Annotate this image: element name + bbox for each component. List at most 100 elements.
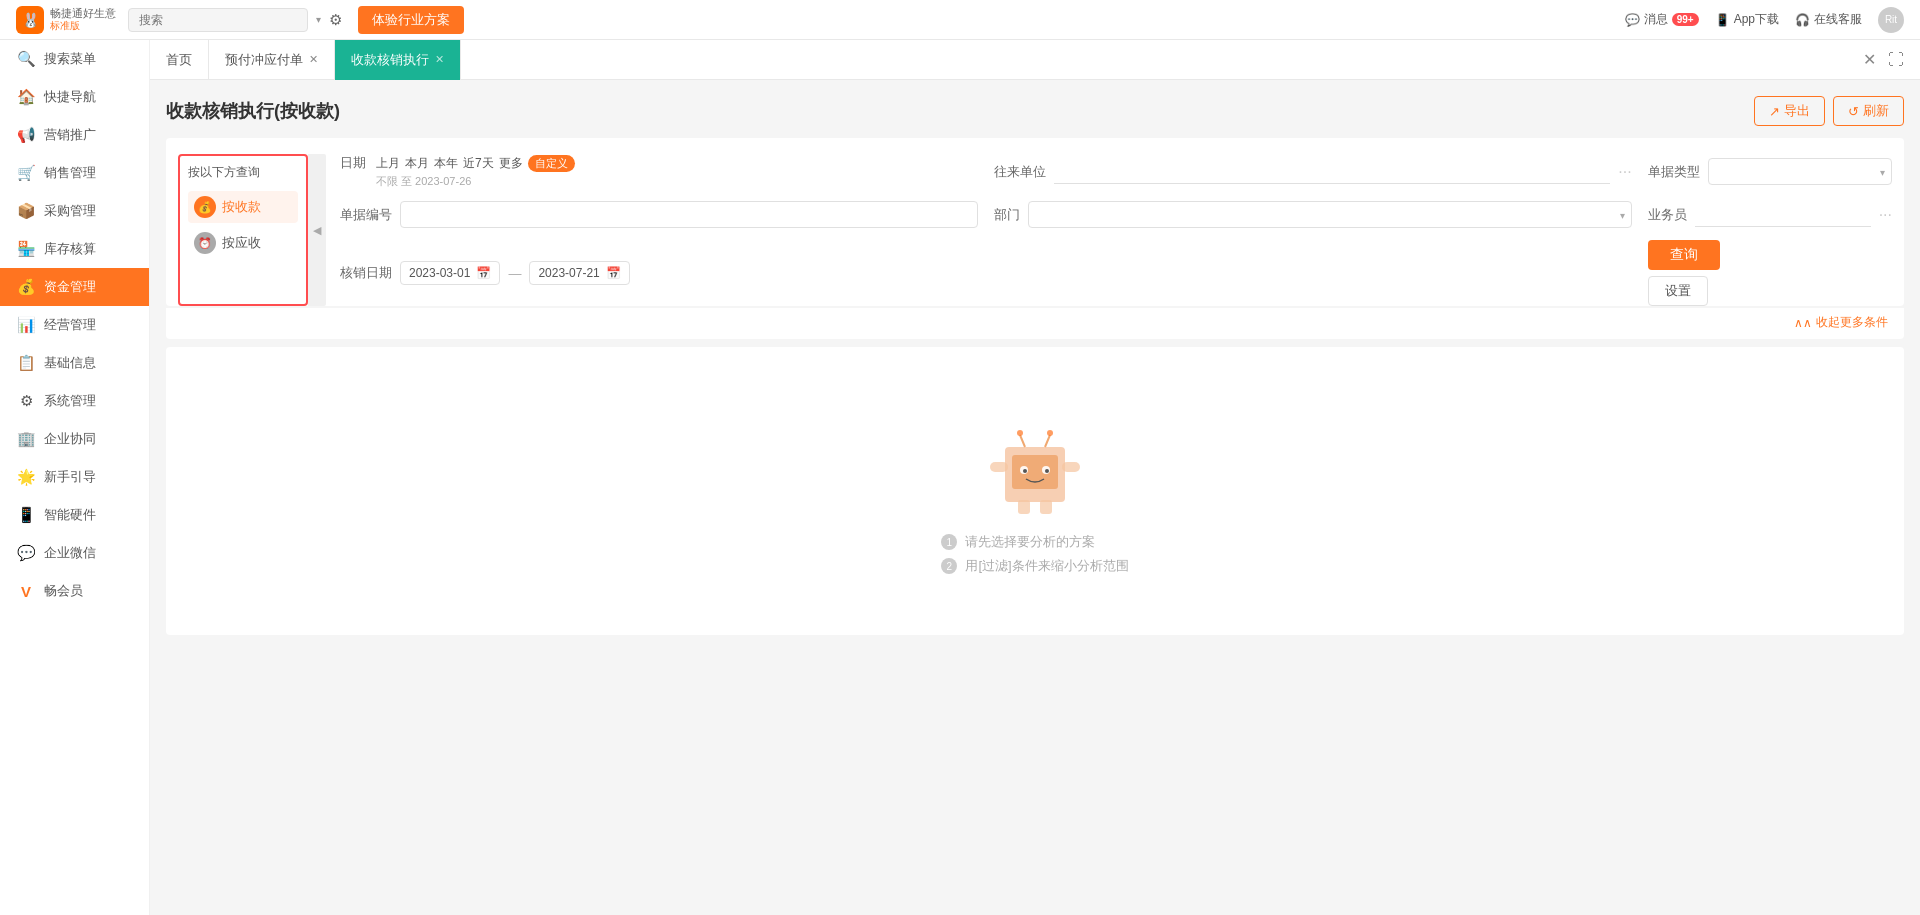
industry-btn[interactable]: 体验行业方案 (358, 6, 464, 34)
hint1-num: 1 (941, 534, 957, 550)
main-content: 首页 预付冲应付单 ✕ 收款核销执行 ✕ ✕ ⛶ 收款核销执行(按收款) (150, 40, 1920, 915)
counterparty-label: 往来单位 (994, 163, 1046, 181)
message-icon: 💬 (1625, 13, 1640, 27)
online-service-btn[interactable]: 🎧 在线客服 (1795, 11, 1862, 28)
tab-home[interactable]: 首页 (150, 40, 209, 80)
sidebar-item-system[interactable]: ⚙ 系统管理 (0, 382, 149, 420)
sidebar-item-operation[interactable]: 📊 经营管理 (0, 306, 149, 344)
collapse-chevron-icon: ∧∧ (1794, 316, 1812, 330)
tab-receivable-close[interactable]: ✕ (435, 53, 444, 66)
empty-hint-1: 1 请先选择要分析的方案 (941, 533, 1128, 551)
sales-icon: 🛒 (16, 164, 36, 182)
counterparty-input[interactable] (1054, 160, 1610, 184)
finance-icon: 💰 (16, 278, 36, 296)
svg-line-10 (1045, 435, 1050, 447)
department-label: 部门 (994, 206, 1020, 224)
sidebar-item-hardware[interactable]: 📱 智能硬件 (0, 496, 149, 534)
date-more[interactable]: 更多 (499, 155, 523, 172)
sidebar: 🔍 搜索菜单 🏠 快捷导航 📢 营销推广 🛒 销售管理 📦 采购管理 🏪 库存核… (0, 40, 150, 915)
app-download-btn[interactable]: 📱 App下载 (1715, 11, 1779, 28)
topbar: 🐰 畅捷通好生意 标准版 ▾ ⚙ 体验行业方案 💬 消息 99+ 📱 App下载… (0, 0, 1920, 40)
tabbar: 首页 预付冲应付单 ✕ 收款核销执行 ✕ ✕ ⛶ (150, 40, 1920, 80)
date-7days[interactable]: 近7天 (463, 155, 494, 172)
collapse-more-btn[interactable]: ∧∧ 收起更多条件 (1794, 314, 1888, 331)
sidebar-item-sales[interactable]: 🛒 销售管理 (0, 154, 149, 192)
filter-writeoff-date-field: 核销日期 2023-03-01 📅 — 2023-07-21 📅 (340, 240, 1632, 306)
counterparty-dots[interactable]: ··· (1618, 163, 1631, 181)
sidebar-item-wechat[interactable]: 💬 企业微信 (0, 534, 149, 572)
hint1-text: 请先选择要分析的方案 (965, 533, 1095, 551)
sidebar-item-guide[interactable]: 🌟 新手引导 (0, 458, 149, 496)
expand-tab-btn[interactable]: ⛶ (1884, 49, 1908, 71)
sidebar-item-search-menu[interactable]: 🔍 搜索菜单 (0, 40, 149, 78)
sidebar-item-quick-nav[interactable]: 🏠 快捷导航 (0, 78, 149, 116)
filter-option-by-receivable[interactable]: ⏰ 按应收 (188, 227, 298, 259)
search-input[interactable] (128, 8, 308, 32)
sidebar-item-member[interactable]: V 畅会员 (0, 572, 149, 610)
date-hint: 不限 至 2023-07-26 (376, 174, 471, 189)
bill-type-label: 单据类型 (1648, 163, 1700, 181)
svg-rect-13 (1040, 500, 1052, 514)
filter-department-field: 部门 ▾ (994, 201, 1632, 228)
tab-prepay-close[interactable]: ✕ (309, 53, 318, 66)
sidebar-item-purchase[interactable]: 📦 采购管理 (0, 192, 149, 230)
logo-text: 畅捷通好生意 标准版 (50, 7, 116, 32)
svg-rect-6 (990, 462, 1008, 472)
basic-info-icon: 📋 (16, 354, 36, 372)
date-this-year[interactable]: 本年 (434, 155, 458, 172)
sidebar-item-marketing[interactable]: 📢 营销推广 (0, 116, 149, 154)
message-badge: 99+ (1672, 13, 1699, 26)
writeoff-date-start-input[interactable]: 2023-03-01 📅 (400, 261, 500, 285)
filter-section-title: 按以下方查询 (188, 164, 298, 181)
filter-bill-type-field: 单据类型 ▾ (1648, 154, 1892, 189)
chevron-down-icon[interactable]: ▾ (316, 14, 321, 25)
collapse-toggle-icon: ◀ (313, 224, 321, 237)
export-btn[interactable]: ↗ 导出 (1754, 96, 1825, 126)
tab-prepay[interactable]: 预付冲应付单 ✕ (209, 40, 335, 80)
user-avatar[interactable]: Rit (1878, 7, 1904, 33)
close-tab-btn[interactable]: ✕ (1859, 48, 1880, 71)
sidebar-item-finance[interactable]: 💰 资金管理 (0, 268, 149, 306)
logo: 🐰 畅捷通好生意 标准版 (16, 6, 116, 34)
tab-receivable[interactable]: 收款核销执行 ✕ (335, 40, 461, 80)
filter-collapse-toggle[interactable]: ◀ (308, 154, 326, 306)
date-this-month[interactable]: 本月 (405, 155, 429, 172)
message-btn[interactable]: 💬 消息 99+ (1625, 11, 1699, 28)
svg-line-8 (1020, 435, 1025, 447)
sidebar-item-basic-info[interactable]: 📋 基础信息 (0, 344, 149, 382)
mobile-icon: 📱 (1715, 13, 1730, 27)
hardware-icon: 📱 (16, 506, 36, 524)
bill-no-input[interactable] (400, 201, 978, 228)
query-btn[interactable]: 查询 (1648, 240, 1720, 270)
operation-icon: 📊 (16, 316, 36, 334)
department-select-wrap: ▾ (1028, 201, 1632, 228)
writeoff-date-end-input[interactable]: 2023-07-21 📅 (529, 261, 629, 285)
sidebar-item-enterprise[interactable]: 🏢 企业协同 (0, 420, 149, 458)
filter-panel: 按以下方查询 💰 按收款 ⏰ 按应收 ◀ (166, 138, 1904, 306)
salesman-input[interactable] (1695, 203, 1871, 227)
setting-btn[interactable]: 设置 (1648, 276, 1708, 306)
page-content: 收款核销执行(按收款) ↗ 导出 ↺ 刷新 按以下方查询 (150, 80, 1920, 915)
svg-point-4 (1023, 469, 1027, 473)
date-custom-badge[interactable]: 自定义 (528, 155, 575, 172)
svg-point-11 (1047, 430, 1053, 436)
filter-salesman-field: 业务员 ··· (1648, 201, 1892, 228)
empty-state: 1 请先选择要分析的方案 2 用[过滤]条件来缩小分析范围 (166, 347, 1904, 635)
sidebar-item-inventory[interactable]: 🏪 库存核算 (0, 230, 149, 268)
headset-icon: 🎧 (1795, 13, 1810, 27)
settings-icon[interactable]: ⚙ (329, 11, 342, 29)
date-prev-month[interactable]: 上月 (376, 155, 400, 172)
page-title: 收款核销执行(按收款) (166, 99, 340, 123)
calendar-start-icon: 📅 (476, 266, 491, 280)
bill-type-select[interactable] (1708, 158, 1892, 185)
search-area: ▾ ⚙ 体验行业方案 (128, 6, 1625, 34)
svg-point-5 (1045, 469, 1049, 473)
inventory-icon: 🏪 (16, 240, 36, 258)
filter-option-by-receipt[interactable]: 💰 按收款 (188, 191, 298, 223)
salesman-dots[interactable]: ··· (1879, 206, 1892, 224)
svg-rect-12 (1018, 500, 1030, 514)
bill-type-select-wrap: ▾ (1708, 158, 1892, 185)
filter-fields: 日期 上月 本月 本年 近7天 更多 自定义 不限 至 2023-07-26 (340, 154, 1892, 306)
department-select[interactable] (1028, 201, 1632, 228)
refresh-btn[interactable]: ↺ 刷新 (1833, 96, 1904, 126)
